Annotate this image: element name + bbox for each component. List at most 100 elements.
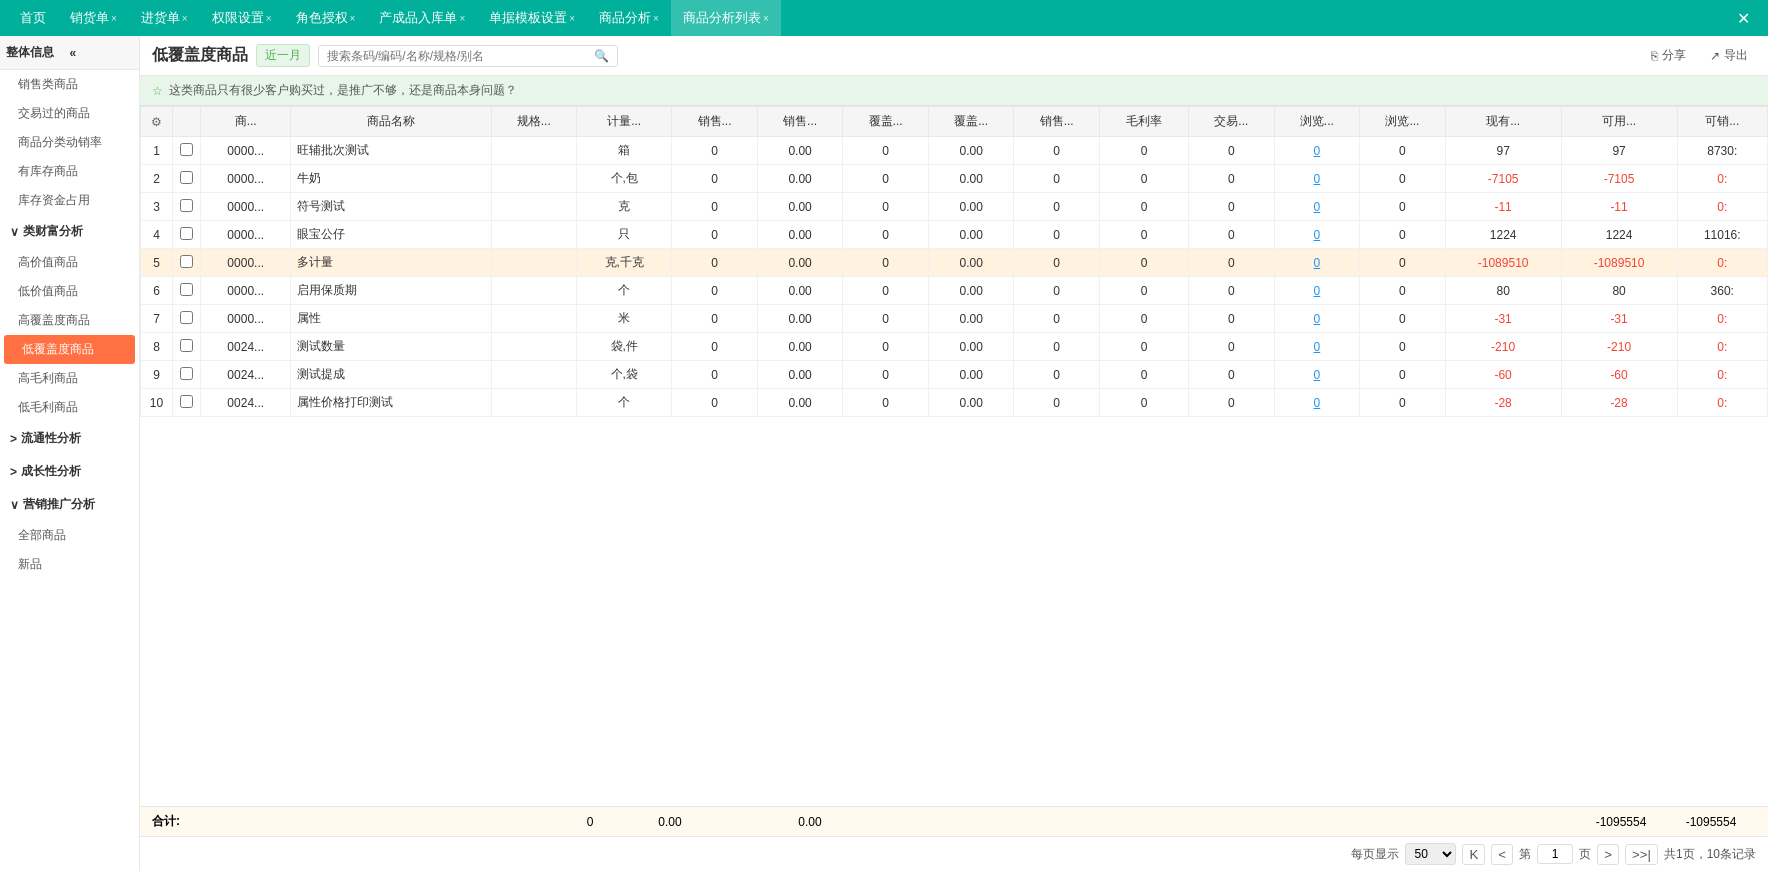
row-checkbox[interactable] [173, 333, 201, 361]
sidebar-section-成长性分析[interactable]: >成长性分析 [0, 455, 139, 488]
sidebar-item-商品分类动销率[interactable]: 商品分类动销率 [0, 128, 139, 157]
nav-item-单据模板设置[interactable]: 单据模板设置 × [477, 0, 587, 36]
nav-close-销货单[interactable]: × [111, 13, 117, 24]
row-name[interactable]: 属性 [291, 305, 491, 333]
prev-page-btn[interactable]: < [1491, 844, 1513, 865]
row-browse1[interactable]: 0 [1274, 193, 1360, 221]
col-gross[interactable]: 毛利率 [1099, 107, 1188, 137]
nav-item-销货单[interactable]: 销货单 × [58, 0, 129, 36]
row-checkbox[interactable] [173, 137, 201, 165]
sidebar-section-类财富分析[interactable]: ∨类财富分析 [0, 215, 139, 248]
sidebar-section-流通性分析[interactable]: >流通性分析 [0, 422, 139, 455]
share-btn[interactable]: ⎘ 分享 [1643, 44, 1694, 67]
window-close-btn[interactable]: ✕ [1727, 9, 1760, 28]
row-browse1[interactable]: 0 [1274, 221, 1360, 249]
sidebar-item-高价值商品[interactable]: 高价值商品 [0, 248, 139, 277]
row-browse1[interactable]: 0 [1274, 277, 1360, 305]
row-sales-amt: 0.00 [757, 193, 843, 221]
col-name[interactable]: 商品名称 [291, 107, 491, 137]
sidebar-item-销售类商品[interactable]: 销售类商品 [0, 70, 139, 99]
table-row: 20000...牛奶个,包00.0000.0000000-7105-71050: [141, 165, 1768, 193]
row-trade: 0 [1189, 333, 1275, 361]
row-browse1[interactable]: 0 [1274, 305, 1360, 333]
col-spec[interactable]: 规格... [491, 107, 577, 137]
sidebar-item-全部商品[interactable]: 全部商品 [0, 521, 139, 550]
row-browse1[interactable]: 0 [1274, 389, 1360, 417]
sidebar-item-低价值商品[interactable]: 低价值商品 [0, 277, 139, 306]
search-input[interactable] [327, 49, 590, 63]
sidebar-item-新品[interactable]: 新品 [0, 550, 139, 579]
sidebar-item-低覆盖度商品[interactable]: 低覆盖度商品 [4, 335, 135, 364]
nav-close-权限设置[interactable]: × [266, 13, 272, 24]
col-cov1[interactable]: 覆盖... [843, 107, 929, 137]
sidebar-item-交易过的商品[interactable]: 交易过的商品 [0, 99, 139, 128]
sidebar-item-高覆盖度商品[interactable]: 高覆盖度商品 [0, 306, 139, 335]
row-sellable: 11016: [1677, 221, 1767, 249]
col-sales-amt[interactable]: 销售... [757, 107, 843, 137]
row-checkbox[interactable] [173, 165, 201, 193]
row-name[interactable]: 测试数量 [291, 333, 491, 361]
nav-item-进货单[interactable]: 进货单 × [129, 0, 200, 36]
row-checkbox[interactable] [173, 193, 201, 221]
nav-close-角色授权[interactable]: × [350, 13, 356, 24]
col-sellable[interactable]: 可销... [1677, 107, 1767, 137]
next-page-btn[interactable]: > [1597, 844, 1619, 865]
col-browse1[interactable]: 浏览... [1274, 107, 1360, 137]
nav-close-产成品入库单[interactable]: × [459, 13, 465, 24]
nav-item-角色授权[interactable]: 角色授权 × [284, 0, 368, 36]
row-checkbox[interactable] [173, 221, 201, 249]
row-checkbox[interactable] [173, 277, 201, 305]
nav-item-商品分析[interactable]: 商品分析 × [587, 0, 671, 36]
row-name[interactable]: 启用保质期 [291, 277, 491, 305]
col-cov2[interactable]: 覆盖... [928, 107, 1014, 137]
row-name[interactable]: 牛奶 [291, 165, 491, 193]
col-unit[interactable]: 计量... [577, 107, 672, 137]
row-name[interactable]: 多计量 [291, 249, 491, 277]
row-browse1[interactable]: 0 [1274, 361, 1360, 389]
nav-close-单据模板设置[interactable]: × [569, 13, 575, 24]
col-code[interactable]: 商... [201, 107, 291, 137]
sidebar-collapse-btn[interactable]: « [70, 46, 134, 60]
nav-close-进货单[interactable]: × [182, 13, 188, 24]
col-current[interactable]: 现有... [1445, 107, 1561, 137]
page-number-input[interactable] [1537, 844, 1573, 864]
nav-close-商品分析列表[interactable]: × [763, 13, 769, 24]
row-checkbox[interactable] [173, 305, 201, 333]
sidebar-item-库存资金占用[interactable]: 库存资金占用 [0, 186, 139, 215]
row-browse1[interactable]: 0 [1274, 165, 1360, 193]
row-cov2: 0.00 [928, 333, 1014, 361]
row-browse1[interactable]: 0 [1274, 137, 1360, 165]
col-sales2[interactable]: 销售... [1014, 107, 1100, 137]
nav-item-权限设置[interactable]: 权限设置 × [200, 0, 284, 36]
sidebar-item-低毛利商品[interactable]: 低毛利商品 [0, 393, 139, 422]
col-settings[interactable]: ⚙ [141, 107, 173, 137]
settings-icon[interactable]: ⚙ [151, 115, 162, 129]
row-checkbox[interactable] [173, 249, 201, 277]
nav-close-商品分析[interactable]: × [653, 13, 659, 24]
sidebar-item-有库存商品[interactable]: 有库存商品 [0, 157, 139, 186]
col-trade[interactable]: 交易... [1189, 107, 1275, 137]
export-btn[interactable]: ↗ 导出 [1702, 44, 1756, 67]
row-name[interactable]: 测试提成 [291, 361, 491, 389]
col-browse2[interactable]: 浏览... [1360, 107, 1446, 137]
page-size-select[interactable]: 102050100 [1405, 843, 1456, 865]
col-sales-qty[interactable]: 销售... [672, 107, 758, 137]
nav-item-商品分析列表[interactable]: 商品分析列表 × [671, 0, 781, 36]
row-checkbox[interactable] [173, 389, 201, 417]
row-browse1[interactable]: 0 [1274, 249, 1360, 277]
row-name[interactable]: 符号测试 [291, 193, 491, 221]
sidebar-section-营销推广分析[interactable]: ∨营销推广分析 [0, 488, 139, 521]
row-name[interactable]: 眼宝公仔 [291, 221, 491, 249]
last-page-btn[interactable]: >>| [1625, 844, 1658, 865]
nav-item-产成品入库单[interactable]: 产成品入库单 × [367, 0, 477, 36]
row-current: -31 [1445, 305, 1561, 333]
row-checkbox[interactable] [173, 361, 201, 389]
first-page-btn[interactable]: K [1462, 844, 1485, 865]
nav-item-首页[interactable]: 首页 [8, 0, 58, 36]
filter-period-btn[interactable]: 近一月 [256, 44, 310, 67]
row-browse1[interactable]: 0 [1274, 333, 1360, 361]
row-name[interactable]: 旺辅批次测试 [291, 137, 491, 165]
sidebar-item-高毛利商品[interactable]: 高毛利商品 [0, 364, 139, 393]
row-name[interactable]: 属性价格打印测试 [291, 389, 491, 417]
col-available[interactable]: 可用... [1561, 107, 1677, 137]
